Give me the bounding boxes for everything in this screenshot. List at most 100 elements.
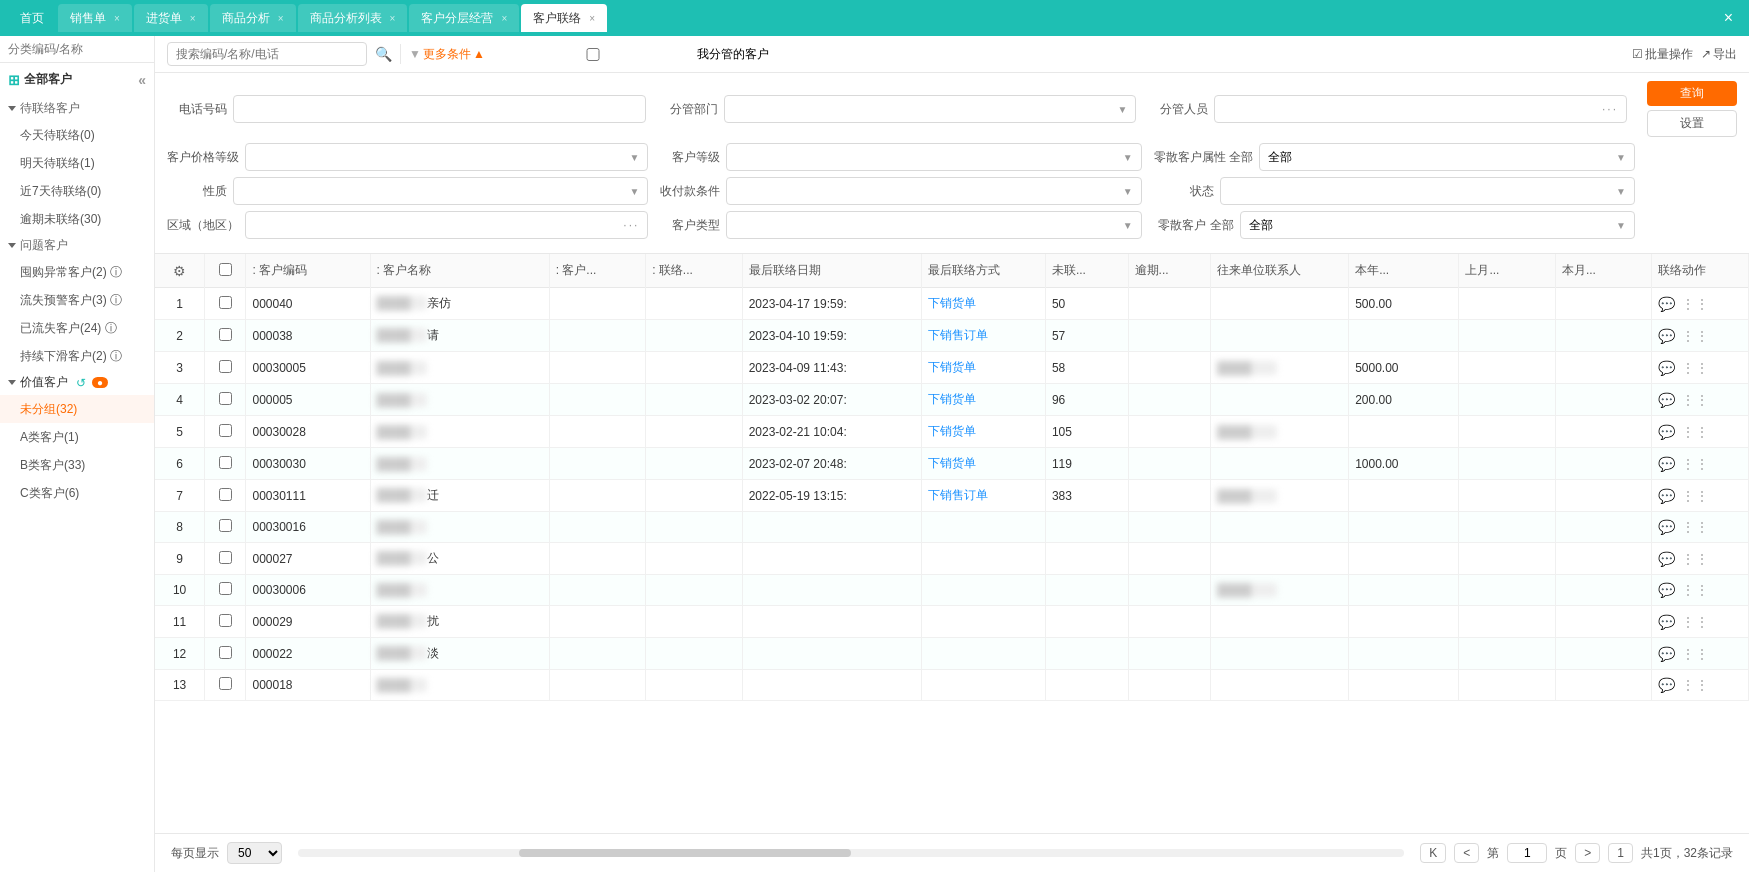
col-header-name[interactable]: : 客户名称 [370,254,549,288]
tab-product-analysis[interactable]: 商品分析 × [210,4,296,32]
cell-checkbox[interactable] [205,670,246,701]
customer-type-select[interactable]: ▼ [726,211,1141,239]
more-action-icon[interactable]: ⋮⋮ [1681,646,1709,662]
cell-checkbox[interactable] [205,543,246,575]
last-page-button[interactable]: 1 [1608,843,1633,863]
reset-button[interactable]: 设置 [1647,110,1737,137]
batch-ops-button[interactable]: ☑ 批量操作 [1632,46,1693,63]
cell-checkbox[interactable] [205,606,246,638]
close-tab-purchase[interactable]: × [190,13,196,24]
row-checkbox[interactable] [219,296,232,309]
page-number-input[interactable] [1507,843,1547,863]
col-header-type[interactable]: : 客户... [549,254,645,288]
select-all-checkbox[interactable] [219,263,232,276]
retail-attr-select[interactable]: 全部 ▼ [1259,143,1635,171]
row-checkbox[interactable] [219,677,232,690]
contact-method-link[interactable]: 下销货单 [928,392,976,406]
sidebar-item-7days-pending[interactable]: 近7天待联络(0) [0,177,154,205]
col-header-lastmonth[interactable]: 上月... [1459,254,1555,288]
dept-select[interactable]: ▼ [724,95,1137,123]
sidebar-item-class-b[interactable]: B类客户(33) [0,451,154,479]
search-button-main[interactable]: 查询 [1647,81,1737,106]
row-checkbox[interactable] [219,488,232,501]
cell-checkbox[interactable] [205,512,246,543]
contact-icon[interactable]: 💬 [1658,296,1675,312]
contact-icon[interactable]: 💬 [1658,328,1675,344]
sidebar-item-overdue-pending[interactable]: 逾期未联络(30) [0,205,154,233]
sidebar-item-class-c[interactable]: C类客户(6) [0,479,154,507]
section-pending-contact[interactable]: 待联络客户 [0,96,154,121]
contact-icon[interactable]: 💬 [1658,456,1675,472]
cell-last-contact-method[interactable]: 下销货单 [921,448,1045,480]
col-header-thismonth[interactable]: 本月... [1555,254,1651,288]
row-checkbox[interactable] [219,456,232,469]
close-tab-customer-segment[interactable]: × [501,13,507,24]
sidebar-item-churn-warning[interactable]: 流失预警客户(3) ⓘ [0,286,154,314]
contact-icon[interactable]: 💬 [1658,614,1675,630]
refresh-icon[interactable]: ↺ [76,376,86,390]
more-action-icon[interactable]: ⋮⋮ [1681,488,1709,504]
contact-method-link[interactable]: 下销货单 [928,360,976,374]
more-conditions-button[interactable]: ▼ 更多条件 ▲ [409,46,485,63]
section-value-customers[interactable]: 价值客户 ↺ ● [0,370,154,395]
sidebar-item-declining[interactable]: 持续下滑客户(2) ⓘ [0,342,154,370]
cell-last-contact-method[interactable]: 下销货单 [921,416,1045,448]
col-header-thisyear[interactable]: 本年... [1349,254,1459,288]
contact-icon[interactable]: 💬 [1658,392,1675,408]
cell-last-contact-method[interactable]: 下销售订单 [921,320,1045,352]
retail-all-select[interactable]: 全部 ▼ [1240,211,1635,239]
cell-checkbox[interactable] [205,575,246,606]
cell-last-contact-method[interactable] [921,670,1045,701]
col-header-partner[interactable]: 往来单位联系人 [1211,254,1349,288]
nature-select[interactable]: ▼ [233,177,648,205]
customer-grade-select[interactable]: ▼ [726,143,1141,171]
export-button[interactable]: ↗ 导出 [1701,46,1737,63]
more-action-icon[interactable]: ⋮⋮ [1681,296,1709,312]
cell-last-contact-method[interactable]: 下销售订单 [921,480,1045,512]
row-checkbox[interactable] [219,646,232,659]
cell-checkbox[interactable] [205,416,246,448]
my-customers-check[interactable] [493,48,693,61]
contact-method-link[interactable]: 下销货单 [928,456,976,470]
more-action-icon[interactable]: ⋮⋮ [1681,456,1709,472]
payment-select[interactable]: ▼ [726,177,1141,205]
tab-product-analysis-list[interactable]: 商品分析列表 × [298,4,408,32]
more-action-icon[interactable]: ⋮⋮ [1681,424,1709,440]
col-header-date[interactable]: 最后联络日期 [742,254,921,288]
contact-method-link[interactable]: 下销货单 [928,424,976,438]
more-action-icon[interactable]: ⋮⋮ [1681,551,1709,567]
sidebar-all-customers[interactable]: ⊞ 全部客户 « [0,63,154,96]
contact-icon[interactable]: 💬 [1658,424,1675,440]
more-action-icon[interactable]: ⋮⋮ [1681,677,1709,693]
page-size-select[interactable]: 50 100 200 [227,842,282,864]
cell-last-contact-method[interactable] [921,638,1045,670]
tab-customer-contact[interactable]: 客户联络 × [521,4,607,32]
row-checkbox[interactable] [219,392,232,405]
tab-purchase-order[interactable]: 进货单 × [134,4,208,32]
my-customers-checkbox[interactable]: 我分管的客户 [493,46,769,63]
close-tab-product-analysis[interactable]: × [278,13,284,24]
contact-method-link[interactable]: 下销售订单 [928,328,988,342]
col-header-code[interactable]: : 客户编码 [246,254,370,288]
cell-last-contact-method[interactable] [921,575,1045,606]
price-grade-select[interactable]: ▼ [245,143,648,171]
more-action-icon[interactable]: ⋮⋮ [1681,392,1709,408]
cell-checkbox[interactable] [205,480,246,512]
row-checkbox[interactable] [219,582,232,595]
contact-icon[interactable]: 💬 [1658,488,1675,504]
row-checkbox[interactable] [219,519,232,532]
cell-checkbox[interactable] [205,288,246,320]
search-input[interactable] [167,42,367,66]
tab-home[interactable]: 首页 [8,4,56,32]
cell-checkbox[interactable] [205,638,246,670]
col-header-overdue[interactable]: 逾期... [1128,254,1211,288]
close-window-button[interactable]: × [1716,9,1741,27]
tab-sales-order[interactable]: 销售单 × [58,4,132,32]
cell-checkbox[interactable] [205,448,246,480]
cell-last-contact-method[interactable]: 下销货单 [921,384,1045,416]
cell-checkbox[interactable] [205,352,246,384]
sidebar-item-hoarding-abnormal[interactable]: 囤购异常客户(2) ⓘ [0,258,154,286]
contact-icon[interactable]: 💬 [1658,519,1675,535]
first-page-button[interactable]: K [1420,843,1446,863]
more-action-icon[interactable]: ⋮⋮ [1681,360,1709,376]
